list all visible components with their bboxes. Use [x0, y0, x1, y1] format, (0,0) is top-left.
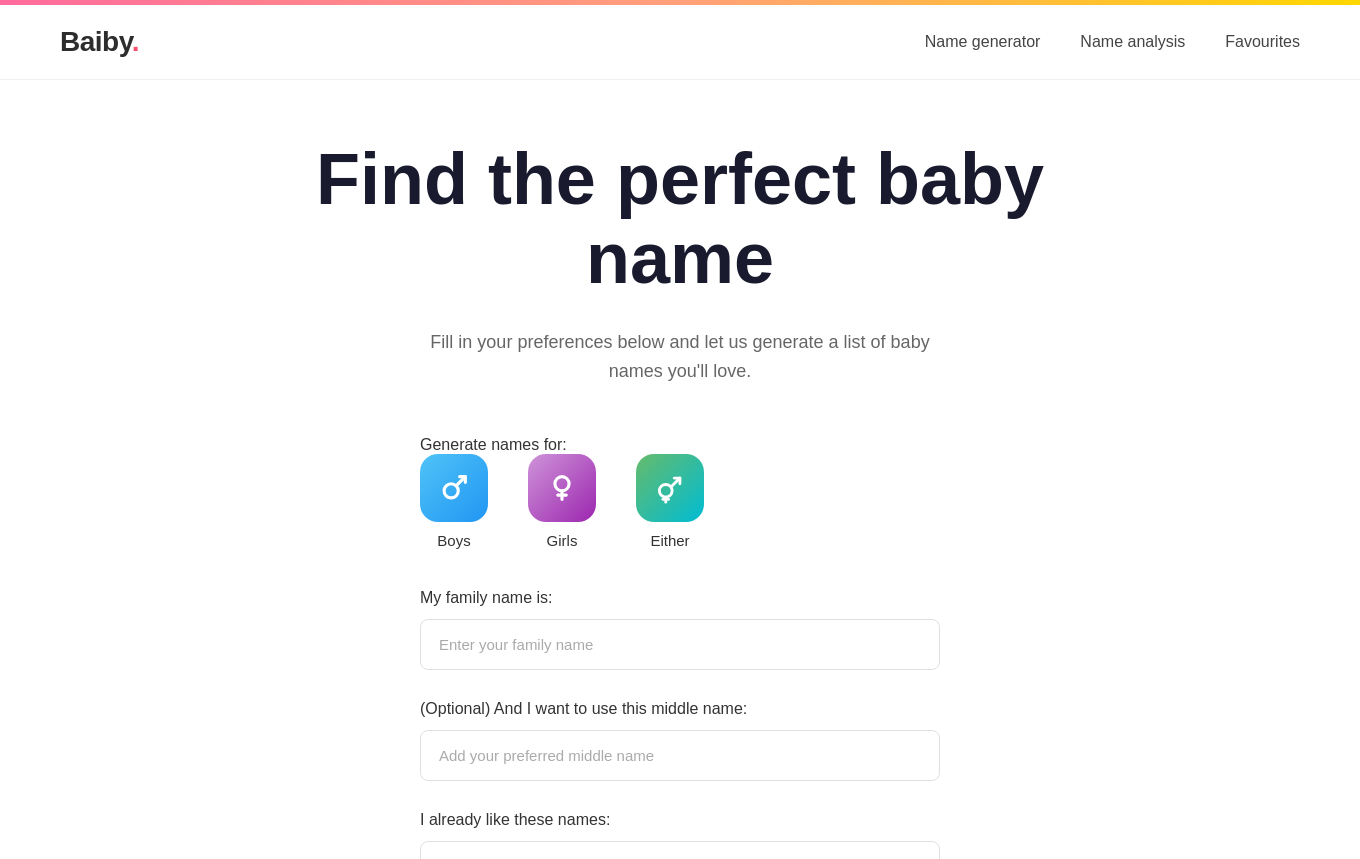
- already-like-label: I already like these names:: [420, 811, 940, 829]
- family-name-input[interactable]: [420, 619, 940, 670]
- svg-point-2: [555, 477, 569, 491]
- generate-label: Generate names for:: [420, 436, 567, 453]
- already-like-select[interactable]: Select...: [420, 841, 940, 859]
- gender-selector: Boys Girls: [420, 454, 940, 549]
- boys-label: Boys: [437, 532, 470, 549]
- middle-name-label: (Optional) And I want to use this middle…: [420, 700, 940, 718]
- either-icon: [636, 454, 704, 522]
- middle-name-input[interactable]: [420, 730, 940, 781]
- girls-label: Girls: [547, 532, 578, 549]
- family-name-group: My family name is:: [420, 589, 940, 670]
- page-title: Find the perfect baby name: [280, 140, 1080, 298]
- nav-name-analysis[interactable]: Name analysis: [1080, 33, 1185, 51]
- already-like-group: I already like these names: Select... ⌄: [420, 811, 940, 859]
- gender-option-girls[interactable]: Girls: [528, 454, 596, 549]
- family-name-label: My family name is:: [420, 589, 940, 607]
- gender-form-group: Generate names for: Boys: [420, 436, 940, 549]
- form-section: Generate names for: Boys: [420, 436, 940, 859]
- logo[interactable]: Baiby.: [60, 26, 139, 58]
- middle-name-group: (Optional) And I want to use this middle…: [420, 700, 940, 781]
- nav-favourites[interactable]: Favourites: [1225, 33, 1300, 51]
- svg-point-6: [659, 484, 672, 497]
- nav-name-generator[interactable]: Name generator: [925, 33, 1041, 51]
- girls-icon: [528, 454, 596, 522]
- gender-option-boys[interactable]: Boys: [420, 454, 488, 549]
- main-content: Find the perfect baby name Fill in your …: [0, 80, 1360, 859]
- boys-icon: [420, 454, 488, 522]
- page-subtitle: Fill in your preferences below and let u…: [420, 328, 940, 386]
- gender-option-either[interactable]: Either: [636, 454, 704, 549]
- already-like-select-wrapper: Select... ⌄: [420, 841, 940, 859]
- either-label: Either: [650, 532, 689, 549]
- logo-dot: .: [132, 26, 139, 57]
- nav-links: Name generator Name analysis Favourites: [925, 33, 1300, 51]
- navbar: Baiby. Name generator Name analysis Favo…: [0, 5, 1360, 80]
